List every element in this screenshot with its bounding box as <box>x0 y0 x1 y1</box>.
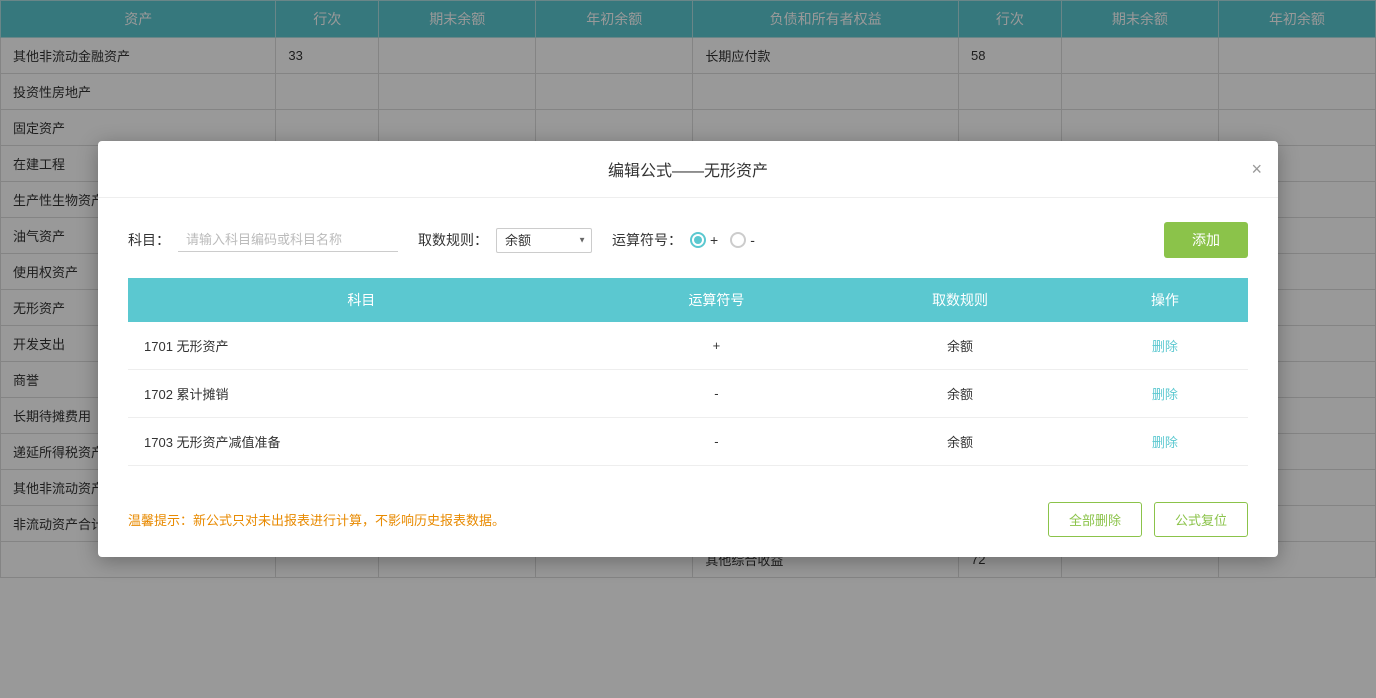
radio-plus-label: + <box>710 232 718 248</box>
rule-select-wrap: 余额借方贷方借方发生额贷方发生额 <box>496 228 592 253</box>
tip-text: 温馨提示：新公式只对未出报表进行计算，不影响历史报表数据。 <box>128 510 505 529</box>
formula-form-row: 科目： 取数规则： 余额借方贷方借方发生额贷方发生额 运算符号： + <box>128 222 1248 258</box>
table-row: 1702 累计摊销-余额 删除 <box>128 370 1248 418</box>
table-row: 1703 无形资产减值准备-余额 删除 <box>128 418 1248 466</box>
radio-minus[interactable]: - <box>730 232 755 248</box>
table-header: 运算符号 <box>595 278 839 322</box>
modal-overlay: 编辑公式——无形资产 × 科目： 取数规则： 余额借方贷方借方发生额贷方发生额 <box>0 0 1376 698</box>
modal-body: 科目： 取数规则： 余额借方贷方借方发生额贷方发生额 运算符号： + <box>98 198 1278 486</box>
rule-select[interactable]: 余额借方贷方借方发生额贷方发生额 <box>496 228 592 253</box>
modal-footer: 温馨提示：新公式只对未出报表进行计算，不影响历史报表数据。 全部删除 公式复位 <box>98 486 1278 557</box>
cell-subject: 1703 无形资产减值准备 <box>128 418 595 466</box>
subject-group: 科目： <box>128 228 398 252</box>
table-header: 取数规则 <box>838 278 1082 322</box>
cell-operator: + <box>595 322 839 370</box>
cell-rule: 余额 <box>838 370 1082 418</box>
delete-all-button[interactable]: 全部删除 <box>1048 502 1142 537</box>
operator-radio-group: + - <box>690 232 755 248</box>
footer-actions: 全部删除 公式复位 <box>1048 502 1248 537</box>
radio-minus-circle <box>730 232 746 248</box>
rule-group: 取数规则： 余额借方贷方借方发生额贷方发生额 <box>418 228 592 253</box>
cell-operator: - <box>595 370 839 418</box>
table-header: 科目 <box>128 278 595 322</box>
cell-rule: 余额 <box>838 418 1082 466</box>
cell-subject: 1702 累计摊销 <box>128 370 595 418</box>
modal-header: 编辑公式——无形资产 × <box>98 141 1278 198</box>
reset-formula-button[interactable]: 公式复位 <box>1154 502 1248 537</box>
table-row: 1701 无形资产+余额 删除 <box>128 322 1248 370</box>
radio-minus-label: - <box>750 232 755 248</box>
table-header: 操作 <box>1082 278 1248 322</box>
rule-label: 取数规则： <box>418 230 488 250</box>
subject-label: 科目： <box>128 230 170 250</box>
cell-subject: 1701 无形资产 <box>128 322 595 370</box>
operator-group: 运算符号： + - <box>612 230 755 250</box>
modal-close-button[interactable]: × <box>1251 160 1262 178</box>
add-button[interactable]: 添加 <box>1164 222 1248 258</box>
radio-plus[interactable]: + <box>690 232 718 248</box>
cell-rule: 余额 <box>838 322 1082 370</box>
delete-row-button[interactable]: 删除 <box>1152 432 1178 451</box>
formula-table: 科目运算符号取数规则操作 1701 无形资产+余额删除1702 累计摊销-余额删… <box>128 278 1248 466</box>
subject-input[interactable] <box>178 228 398 252</box>
delete-row-button[interactable]: 删除 <box>1152 384 1178 403</box>
radio-plus-circle <box>690 232 706 248</box>
operator-label: 运算符号： <box>612 230 682 250</box>
cell-operator: - <box>595 418 839 466</box>
delete-row-button[interactable]: 删除 <box>1152 336 1178 355</box>
edit-formula-modal: 编辑公式——无形资产 × 科目： 取数规则： 余额借方贷方借方发生额贷方发生额 <box>98 141 1278 557</box>
modal-title: 编辑公式——无形资产 <box>608 157 768 181</box>
